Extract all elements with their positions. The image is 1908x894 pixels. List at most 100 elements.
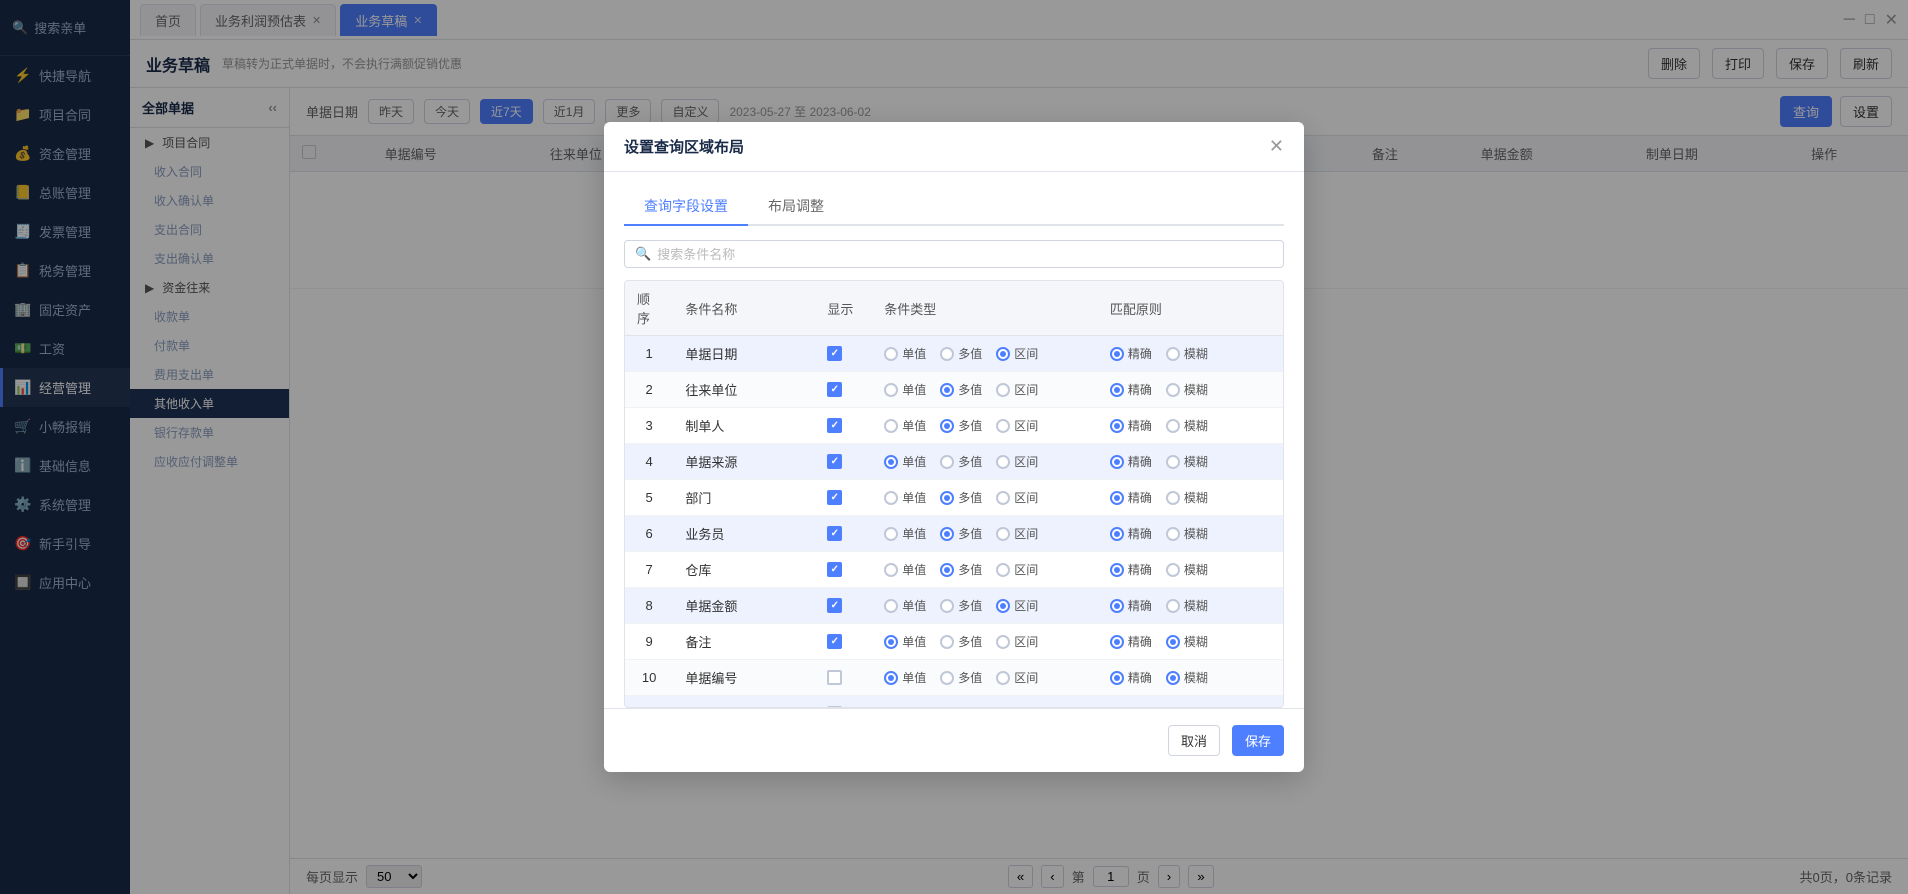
type-radio-item[interactable]: 区间: [996, 561, 1038, 578]
match-radio-item[interactable]: 模糊: [1166, 669, 1208, 686]
type-radio-item[interactable]: 单值: [884, 489, 926, 506]
match-radio-item[interactable]: 精确: [1110, 453, 1152, 470]
row-show: [815, 516, 872, 552]
match-radio-item[interactable]: 精确: [1110, 597, 1152, 614]
match-radio-circle: [1166, 347, 1180, 361]
row-show: [815, 444, 872, 480]
show-checkbox[interactable]: [827, 598, 842, 613]
match-radio-label: 模糊: [1184, 561, 1208, 578]
type-radio-item[interactable]: 区间: [996, 345, 1038, 362]
type-radio-item[interactable]: 多值: [940, 489, 982, 506]
type-radio-item[interactable]: 单值: [884, 525, 926, 542]
show-checkbox[interactable]: [827, 526, 842, 541]
type-radio-item[interactable]: 多值: [940, 417, 982, 434]
radio-circle: [884, 599, 898, 613]
radio-circle: [996, 419, 1010, 433]
show-checkbox[interactable]: [827, 382, 842, 397]
type-radio-item[interactable]: 区间: [996, 525, 1038, 542]
match-radio-circle: [1166, 563, 1180, 577]
type-radio-item[interactable]: 区间: [996, 669, 1038, 686]
type-radio-item[interactable]: 区间: [996, 381, 1038, 398]
type-radio-item[interactable]: 区间: [996, 597, 1038, 614]
type-radio-item[interactable]: 单值: [884, 597, 926, 614]
match-radio-item[interactable]: 精确: [1110, 381, 1152, 398]
match-radio-item[interactable]: 模糊: [1166, 525, 1208, 542]
match-radio-item[interactable]: 模糊: [1166, 417, 1208, 434]
row-name: 单据来源: [673, 444, 815, 480]
type-radio-item[interactable]: 多值: [940, 345, 982, 362]
match-radio-item[interactable]: 模糊: [1166, 633, 1208, 650]
show-checkbox[interactable]: [827, 670, 842, 685]
type-radio-item[interactable]: 多值: [940, 381, 982, 398]
modal-col-type: 条件类型: [872, 281, 1098, 336]
match-radio-item[interactable]: 精确: [1110, 633, 1152, 650]
match-radio-item[interactable]: 精确: [1110, 525, 1152, 542]
row-type: 单值多值区间: [872, 660, 1098, 696]
match-radio-item[interactable]: 模糊: [1166, 597, 1208, 614]
type-radio-item[interactable]: 单值: [884, 633, 926, 650]
radio-circle: [940, 383, 954, 397]
row-name: 往来单位: [673, 372, 815, 408]
radio-label: 单值: [902, 669, 926, 686]
match-radio-label: 模糊: [1184, 489, 1208, 506]
match-radio-item[interactable]: 模糊: [1166, 489, 1208, 506]
modal-tab-field[interactable]: 查询字段设置: [624, 188, 748, 226]
match-radio-item[interactable]: 模糊: [1166, 345, 1208, 362]
modal-search-icon: 🔍: [635, 246, 651, 262]
match-radio-circle: [1166, 383, 1180, 397]
row-name: 单据编号: [673, 660, 815, 696]
type-radio-item[interactable]: 多值: [940, 669, 982, 686]
modal-save-btn[interactable]: 保存: [1232, 725, 1284, 756]
show-checkbox[interactable]: [827, 418, 842, 433]
row-show: [815, 624, 872, 660]
match-radio-item[interactable]: 精确: [1110, 489, 1152, 506]
row-match: 精确 模糊: [1098, 480, 1283, 516]
modal-cancel-btn[interactable]: 取消: [1168, 725, 1220, 756]
match-radio-item[interactable]: 精确: [1110, 669, 1152, 686]
radio-circle: [996, 383, 1010, 397]
type-radio-item[interactable]: 单值: [884, 417, 926, 434]
radio-circle: [996, 635, 1010, 649]
match-radio-circle: [1110, 635, 1124, 649]
type-radio-item[interactable]: 区间: [996, 489, 1038, 506]
type-radio-item[interactable]: 区间: [996, 417, 1038, 434]
type-radio-item[interactable]: 单值: [884, 453, 926, 470]
show-checkbox[interactable]: [827, 454, 842, 469]
show-checkbox[interactable]: [827, 490, 842, 505]
modal-close-btn[interactable]: ✕: [1269, 136, 1284, 157]
radio-label: 多值: [958, 489, 982, 506]
row-match: 精确模糊: [1098, 696, 1283, 709]
match-radio-item[interactable]: 模糊: [1166, 453, 1208, 470]
radio-circle: [884, 671, 898, 685]
modal-tab-layout[interactable]: 布局调整: [748, 188, 844, 226]
radio-label: 多值: [958, 597, 982, 614]
type-radio-item[interactable]: 多值: [940, 561, 982, 578]
type-radio-item[interactable]: 多值: [940, 597, 982, 614]
radio-label: 单值: [902, 489, 926, 506]
match-radio-item[interactable]: 精确: [1110, 561, 1152, 578]
type-radio-item[interactable]: 单值: [884, 345, 926, 362]
type-radio-item[interactable]: 多值: [940, 453, 982, 470]
match-radio-item[interactable]: 精确: [1110, 417, 1152, 434]
type-radio-item[interactable]: 区间: [996, 453, 1038, 470]
match-radio-item[interactable]: 模糊: [1166, 381, 1208, 398]
match-radio-circle: [1110, 563, 1124, 577]
match-radio-label: 精确: [1128, 489, 1152, 506]
match-radio-item[interactable]: 模糊: [1166, 561, 1208, 578]
modal-col-name: 条件名称: [673, 281, 815, 336]
row-type: 单值多值区间: [872, 372, 1098, 408]
type-radio-item[interactable]: 多值: [940, 525, 982, 542]
match-radio-label: 精确: [1128, 381, 1152, 398]
show-checkbox[interactable]: [827, 634, 842, 649]
match-radio-item[interactable]: 精确: [1110, 345, 1152, 362]
show-checkbox[interactable]: [827, 562, 842, 577]
show-checkbox[interactable]: [827, 346, 842, 361]
type-radio-item[interactable]: 单值: [884, 669, 926, 686]
type-radio-item[interactable]: 区间: [996, 633, 1038, 650]
modal-tabs: 查询字段设置 布局调整: [624, 188, 1284, 226]
type-radio-item[interactable]: 多值: [940, 633, 982, 650]
row-name: 备注: [673, 624, 815, 660]
type-radio-item[interactable]: 单值: [884, 381, 926, 398]
type-radio-item[interactable]: 单值: [884, 561, 926, 578]
modal-search-input[interactable]: [657, 247, 857, 262]
